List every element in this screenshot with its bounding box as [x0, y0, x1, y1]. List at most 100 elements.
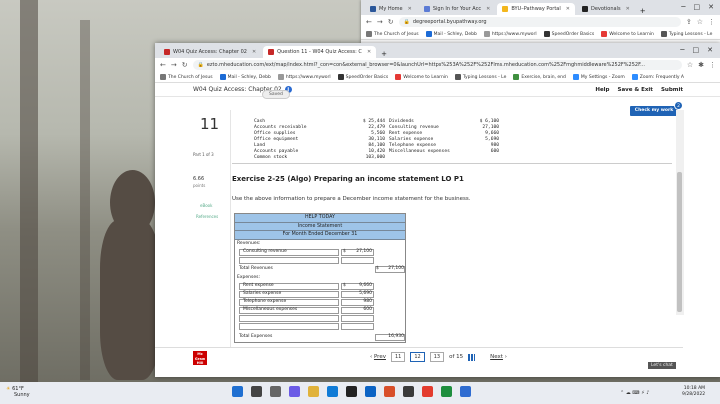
office-icon[interactable]	[384, 386, 395, 397]
zoom-icon[interactable]	[460, 386, 471, 397]
next-label: Next	[490, 354, 503, 360]
bg-tab-2[interactable]: Sign In for Your Acc ✕	[419, 3, 496, 15]
expense-amount-input[interactable]	[341, 315, 374, 322]
maximize-icon[interactable]: □	[694, 3, 701, 11]
window-controls: ─ □ ✕	[681, 3, 714, 11]
address-field[interactable]: 🔒 degreeportal.byupathway.org	[398, 17, 681, 27]
tab-label: My Home	[379, 6, 403, 12]
system-tray-icons[interactable]: ⌃ ☁ ⌨ ⚡ ♪	[620, 390, 649, 396]
income-statement-worksheet: HELP TODAY Income Statement For Month En…	[234, 213, 406, 343]
bookmark-item[interactable]: Typing Lessons - Le	[660, 31, 712, 37]
close-icon[interactable]: ✕	[566, 6, 570, 12]
front-url-bar: ← → ↻ 🔒 ezto.mheducation.com/ext/map/inde…	[155, 58, 720, 72]
references-link[interactable]: References	[196, 214, 218, 219]
bookmark-item[interactable]: The Church of Jesus	[366, 31, 419, 37]
bookmark-item[interactable]: The Church of Jesus	[160, 74, 213, 80]
start-icon[interactable]	[232, 386, 243, 397]
prev-button[interactable]: ‹ Prev	[370, 354, 386, 360]
address-field[interactable]: 🔒 ezto.mheducation.com/ext/map/index.html…	[192, 60, 682, 70]
extensions-icon[interactable]: ✱	[698, 61, 704, 69]
close-window-icon[interactable]: ✕	[707, 46, 713, 54]
chrome-icon[interactable]	[422, 386, 433, 397]
bookmark-item[interactable]: Welcome to Learnin	[601, 31, 654, 37]
help-link[interactable]: Help	[595, 87, 609, 93]
bg-tab-3[interactable]: BYU–Pathway Portal ✕	[497, 3, 575, 15]
submit-link[interactable]: Submit	[661, 87, 683, 93]
revenue-label-input-2[interactable]	[239, 257, 339, 264]
close-icon[interactable]: ✕	[408, 6, 412, 12]
bg-tab-4[interactable]: Devotionals ✕	[577, 3, 635, 15]
front-tab-2[interactable]: Question 11 - W04 Quiz Access: C ✕	[263, 46, 377, 58]
reload-icon[interactable]: ↻	[388, 18, 394, 26]
bookmark-item[interactable]: Mail - Schley, Debb	[425, 31, 477, 37]
total-revenues-value: 27,100	[388, 266, 404, 271]
star-icon[interactable]: ☆	[697, 18, 703, 26]
page-11-button[interactable]: 11	[390, 352, 406, 362]
maximize-icon[interactable]: □	[693, 46, 700, 54]
menu-icon[interactable]: ⋮	[709, 61, 716, 69]
bookmark-item[interactable]: https://www.myworl	[483, 31, 537, 37]
page-12-button[interactable]: 12	[410, 352, 425, 362]
bg-tab-1[interactable]: My Home ✕	[365, 3, 417, 15]
new-tab-icon[interactable]: +	[640, 7, 646, 15]
mail-icon[interactable]	[365, 386, 376, 397]
points-value: 6.66	[193, 176, 205, 182]
minimize-icon[interactable]: ─	[680, 46, 684, 54]
bookmark-item[interactable]: SpeedOrder Basics	[337, 74, 388, 80]
chat-icon[interactable]	[289, 386, 300, 397]
consulting-value: 27,100	[356, 249, 372, 254]
save-exit-link[interactable]: Save & Exit	[618, 87, 653, 93]
clock-date: 9/28/2022	[682, 392, 706, 397]
next-button[interactable]: Next ›	[490, 354, 507, 360]
close-window-icon[interactable]: ✕	[708, 3, 714, 11]
forward-icon[interactable]: →	[171, 61, 177, 69]
revenue-amount-input-2[interactable]	[341, 257, 374, 264]
store-icon[interactable]	[346, 386, 357, 397]
minimize-icon[interactable]: ─	[681, 3, 685, 11]
forward-icon[interactable]: →	[377, 18, 383, 26]
settings-icon[interactable]	[403, 386, 414, 397]
share-icon[interactable]: ⇪	[686, 18, 692, 26]
close-icon[interactable]: ✕	[252, 49, 256, 55]
expense-amount-input[interactable]	[341, 323, 374, 330]
bookmark-item[interactable]: Welcome to Learnin	[395, 74, 448, 80]
file-explorer-icon[interactable]	[308, 386, 319, 397]
data-label: Accounts receivable	[254, 125, 307, 130]
menu-icon[interactable]: ⋮	[708, 18, 715, 26]
chat-notification[interactable]: Let's chat	[648, 362, 676, 369]
expense-label-input[interactable]	[239, 315, 339, 322]
close-icon[interactable]: ✕	[367, 49, 371, 55]
grid-icon[interactable]	[468, 353, 476, 361]
data-value: $ 6,100	[479, 119, 499, 124]
edge-icon[interactable]	[327, 386, 338, 397]
bookmark-item[interactable]: SpeedOrder Basics	[543, 31, 594, 37]
close-icon[interactable]: ✕	[626, 6, 630, 12]
tab-favicon	[268, 49, 275, 55]
task-view-icon[interactable]	[270, 386, 281, 397]
ebook-link[interactable]: eBook	[200, 203, 212, 208]
bookmark-item[interactable]: Exercise, brain, end	[513, 74, 566, 80]
front-tab-1[interactable]: W04 Quiz Access: Chapter 02 ✕	[159, 46, 261, 58]
search-icon[interactable]	[251, 386, 262, 397]
expense-value: 980	[363, 299, 372, 304]
taskbar-clock[interactable]: 10:18 AM 9/28/2022	[682, 386, 705, 398]
close-icon[interactable]: ✕	[486, 6, 490, 12]
back-icon[interactable]: ←	[160, 61, 166, 69]
scrollbar-thumb[interactable]	[677, 172, 682, 312]
weather-widget[interactable]: ☀ 61°F Sunny	[6, 386, 30, 398]
new-tab-icon[interactable]: +	[381, 50, 387, 58]
bookmark-item[interactable]: Mail - Schley, Debb	[219, 74, 271, 80]
expense-label-input[interactable]	[239, 323, 339, 330]
tab-label: Sign In for Your Acc	[432, 6, 482, 12]
star-icon[interactable]: ☆	[687, 61, 693, 69]
excel-icon[interactable]	[441, 386, 452, 397]
bookmark-item[interactable]: Typing Lessons - Le	[454, 74, 506, 80]
reload-icon[interactable]: ↻	[182, 61, 188, 69]
bookmark-item[interactable]: https://www.myworl	[277, 74, 331, 80]
data-label: Rent expense	[389, 131, 423, 136]
background-tab-strip: My Home ✕ Sign In for Your Acc ✕ BYU–Pathw…	[361, 0, 720, 15]
bookmark-item[interactable]: Zoom: Frequently A	[631, 74, 684, 80]
page-13-button[interactable]: 13	[429, 352, 445, 362]
bookmark-item[interactable]: My Settings - Zoom	[572, 74, 625, 80]
back-icon[interactable]: ←	[366, 18, 372, 26]
